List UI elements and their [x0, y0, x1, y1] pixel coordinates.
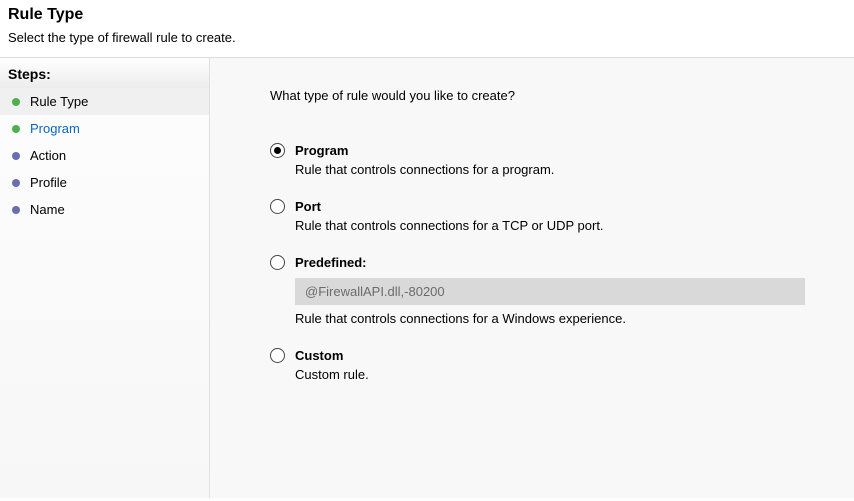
option-desc: Rule that controls connections for a pro…: [295, 162, 830, 177]
page-subtitle: Select the type of firewall rule to crea…: [8, 30, 846, 45]
step-label: Action: [30, 148, 66, 163]
step-program[interactable]: Program: [0, 115, 209, 142]
option-program: Program Rule that controls connections f…: [270, 143, 830, 177]
step-label: Name: [30, 202, 65, 217]
option-desc: Custom rule.: [295, 367, 830, 382]
step-label: Profile: [30, 175, 67, 190]
page-title: Rule Type: [8, 6, 846, 24]
steps-sidebar: Steps: Rule Type Program Action Profile …: [0, 58, 210, 498]
option-desc: Rule that controls connections for a TCP…: [295, 218, 830, 233]
option-desc: Rule that controls connections for a Win…: [295, 311, 830, 326]
radio-predefined[interactable]: [270, 255, 285, 270]
option-label: Predefined:: [295, 255, 367, 270]
wizard-header: Rule Type Select the type of firewall ru…: [0, 0, 854, 57]
bullet-icon: [12, 179, 20, 187]
question-text: What type of rule would you like to crea…: [270, 88, 834, 103]
option-port: Port Rule that controls connections for …: [270, 199, 830, 233]
option-label: Port: [295, 199, 321, 214]
step-profile[interactable]: Profile: [0, 169, 209, 196]
bullet-icon: [12, 98, 20, 106]
option-custom: Custom Custom rule.: [270, 348, 830, 382]
step-action[interactable]: Action: [0, 142, 209, 169]
main-panel: What type of rule would you like to crea…: [210, 58, 854, 498]
step-label: Rule Type: [30, 94, 88, 109]
option-predefined: Predefined: @FirewallAPI.dll,-80200 Rule…: [270, 255, 830, 326]
step-name[interactable]: Name: [0, 196, 209, 223]
step-rule-type[interactable]: Rule Type: [0, 88, 209, 115]
steps-title: Steps:: [0, 62, 209, 88]
predefined-select[interactable]: @FirewallAPI.dll,-80200: [295, 278, 805, 305]
bullet-icon: [12, 152, 20, 160]
step-label: Program: [30, 121, 80, 136]
bullet-icon: [12, 206, 20, 214]
radio-port[interactable]: [270, 199, 285, 214]
radio-program[interactable]: [270, 143, 285, 158]
option-label: Program: [295, 143, 348, 158]
option-label: Custom: [295, 348, 343, 363]
bullet-icon: [12, 125, 20, 133]
radio-custom[interactable]: [270, 348, 285, 363]
